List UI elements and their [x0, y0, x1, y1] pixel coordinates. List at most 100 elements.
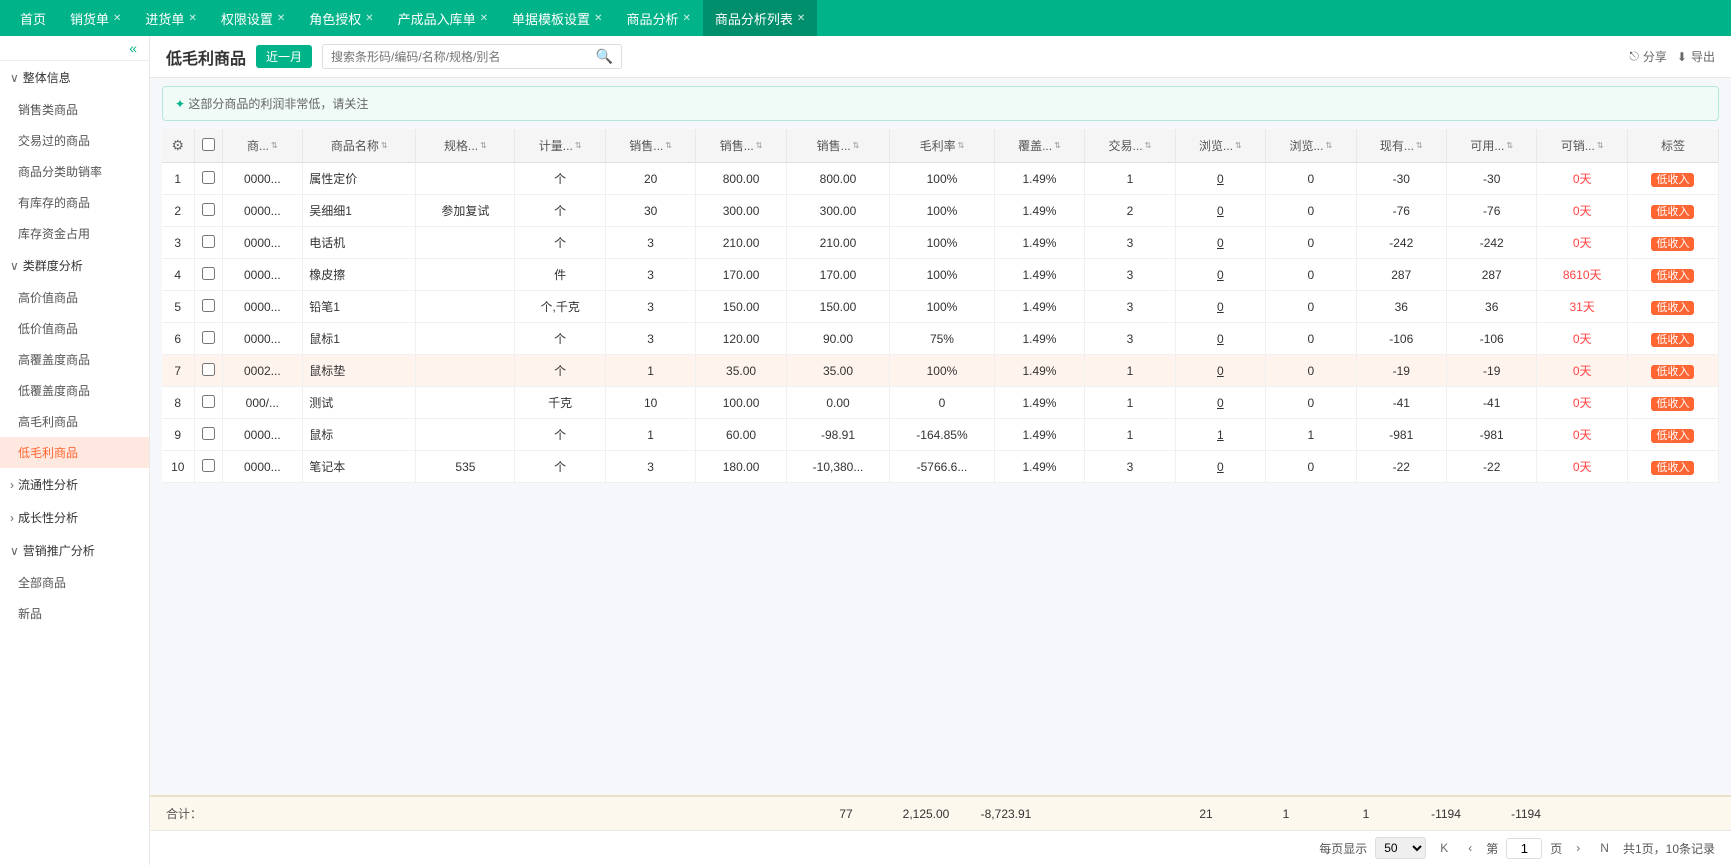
row-checkbox[interactable]: [194, 259, 222, 291]
sidebar-group-cluster[interactable]: ∨ 类群度分析: [0, 249, 149, 282]
col-header-transactions: 交易...⇅: [1085, 129, 1175, 163]
nav-purchase-order[interactable]: 进货单 ✕: [133, 0, 208, 36]
sidebar-item-low-coverage[interactable]: 低覆盖度商品: [0, 375, 149, 406]
sidebar-item-high-coverage[interactable]: 高覆盖度商品: [0, 344, 149, 375]
row-checkbox[interactable]: [194, 195, 222, 227]
close-icon[interactable]: ✕: [277, 13, 285, 24]
close-icon[interactable]: ✕: [797, 13, 805, 24]
sidebar-group-growth[interactable]: › 成长性分析: [0, 501, 149, 534]
sidebar-item-category-assist[interactable]: 商品分类助销率: [0, 156, 149, 187]
nav-home[interactable]: 首页: [8, 0, 58, 36]
row-browse1[interactable]: 0: [1175, 259, 1265, 291]
row-name[interactable]: 铅笔1: [303, 291, 416, 323]
first-page-button[interactable]: K: [1434, 839, 1454, 857]
sort-icon[interactable]: ⇅: [271, 141, 278, 150]
sidebar-group-overall[interactable]: ∨ 整体信息: [0, 61, 149, 94]
search-input[interactable]: [331, 50, 596, 64]
row-browse1[interactable]: 1: [1175, 419, 1265, 451]
row-browse1[interactable]: 0: [1175, 355, 1265, 387]
nav-sales-order[interactable]: 销货单 ✕: [58, 0, 133, 36]
row-browse1[interactable]: 0: [1175, 163, 1265, 195]
row-name[interactable]: 测试: [303, 387, 416, 419]
sidebar-item-low-value[interactable]: 低价值商品: [0, 313, 149, 344]
nav-product-analysis-list[interactable]: 商品分析列表 ✕: [703, 0, 817, 36]
row-name[interactable]: 笔记本: [303, 451, 416, 483]
nav-template-settings[interactable]: 单据模板设置 ✕: [500, 0, 614, 36]
row-available: 36: [1447, 291, 1537, 323]
nav-permissions[interactable]: 权限设置 ✕: [209, 0, 297, 36]
row-code: 000/...: [222, 387, 303, 419]
close-icon[interactable]: ✕: [682, 13, 690, 24]
sidebar-item-all-goods[interactable]: 全部商品: [0, 567, 149, 598]
sidebar-group-marketing[interactable]: ∨ 营销推广分析: [0, 534, 149, 567]
sort-icon[interactable]: ⇅: [1506, 141, 1513, 150]
sidebar-item-new-goods[interactable]: 新品: [0, 598, 149, 629]
row-browse1[interactable]: 0: [1175, 451, 1265, 483]
close-icon[interactable]: ✕: [480, 13, 488, 24]
sort-icon[interactable]: ⇅: [1235, 141, 1242, 150]
select-all-checkbox[interactable]: [202, 138, 215, 151]
row-checkbox[interactable]: [194, 387, 222, 419]
row-name[interactable]: 属性定价: [303, 163, 416, 195]
last-page-button[interactable]: N: [1594, 839, 1615, 857]
time-filter-button[interactable]: 近一月: [256, 45, 312, 68]
next-page-button[interactable]: ›: [1570, 839, 1586, 857]
sort-icon[interactable]: ⇅: [1054, 141, 1061, 150]
search-icon[interactable]: 🔍: [596, 48, 613, 65]
row-name[interactable]: 鼠标垫: [303, 355, 416, 387]
row-name[interactable]: 电话机: [303, 227, 416, 259]
close-icon[interactable]: ✕: [594, 13, 602, 24]
row-browse2: 0: [1266, 291, 1356, 323]
prev-page-button[interactable]: ‹: [1462, 839, 1478, 857]
row-checkbox[interactable]: [194, 355, 222, 387]
row-checkbox[interactable]: [194, 451, 222, 483]
sort-icon[interactable]: ⇅: [958, 141, 965, 150]
nav-finished-goods[interactable]: 产成品入库单 ✕: [386, 0, 500, 36]
sort-icon[interactable]: ⇅: [575, 141, 582, 150]
sidebar-item-stock-capital[interactable]: 库存资金占用: [0, 218, 149, 249]
row-browse1[interactable]: 0: [1175, 291, 1265, 323]
sidebar-item-traded-goods[interactable]: 交易过的商品: [0, 125, 149, 156]
row-coverage: 1.49%: [994, 195, 1084, 227]
sort-icon[interactable]: ⇅: [381, 141, 388, 150]
sort-icon[interactable]: ⇅: [1325, 141, 1332, 150]
row-checkbox[interactable]: [194, 163, 222, 195]
row-name[interactable]: 橡皮擦: [303, 259, 416, 291]
sort-icon[interactable]: ⇅: [665, 141, 672, 150]
sort-icon[interactable]: ⇅: [756, 141, 763, 150]
row-checkbox[interactable]: [194, 227, 222, 259]
sort-icon[interactable]: ⇅: [1416, 141, 1423, 150]
sort-icon[interactable]: ⇅: [1597, 141, 1604, 150]
sidebar-item-low-margin[interactable]: 低毛利商品: [0, 437, 149, 468]
row-browse1[interactable]: 0: [1175, 387, 1265, 419]
sort-icon[interactable]: ⇅: [480, 141, 487, 150]
per-page-select[interactable]: 50 20 100: [1375, 837, 1426, 859]
sidebar-item-in-stock[interactable]: 有库存的商品: [0, 187, 149, 218]
row-name[interactable]: 鼠标1: [303, 323, 416, 355]
settings-icon[interactable]: ⚙: [171, 137, 184, 153]
row-checkbox[interactable]: [194, 291, 222, 323]
sort-icon[interactable]: ⇅: [853, 141, 860, 150]
nav-roles[interactable]: 角色授权 ✕: [297, 0, 385, 36]
sidebar-item-sales-goods[interactable]: 销售类商品: [0, 94, 149, 125]
row-checkbox[interactable]: [194, 323, 222, 355]
page-number-input[interactable]: [1506, 838, 1542, 859]
export-button[interactable]: ⬇ 导出: [1677, 48, 1715, 65]
collapse-button[interactable]: «: [125, 40, 141, 56]
row-browse1[interactable]: 0: [1175, 227, 1265, 259]
sort-icon[interactable]: ⇅: [1145, 141, 1152, 150]
row-sales-amt: 800.00: [696, 163, 786, 195]
row-name[interactable]: 吴细细1: [303, 195, 416, 227]
sidebar-group-liquidity[interactable]: › 流通性分析: [0, 468, 149, 501]
share-button[interactable]: ⎋ 分享: [1629, 48, 1667, 65]
close-icon[interactable]: ✕: [365, 13, 373, 24]
row-name[interactable]: 鼠标: [303, 419, 416, 451]
nav-product-analysis[interactable]: 商品分析 ✕: [614, 0, 702, 36]
row-browse1[interactable]: 0: [1175, 323, 1265, 355]
row-browse1[interactable]: 0: [1175, 195, 1265, 227]
sidebar-item-high-value[interactable]: 高价值商品: [0, 282, 149, 313]
sidebar-item-high-margin[interactable]: 高毛利商品: [0, 406, 149, 437]
close-icon[interactable]: ✕: [188, 13, 196, 24]
row-checkbox[interactable]: [194, 419, 222, 451]
close-icon[interactable]: ✕: [113, 13, 121, 24]
